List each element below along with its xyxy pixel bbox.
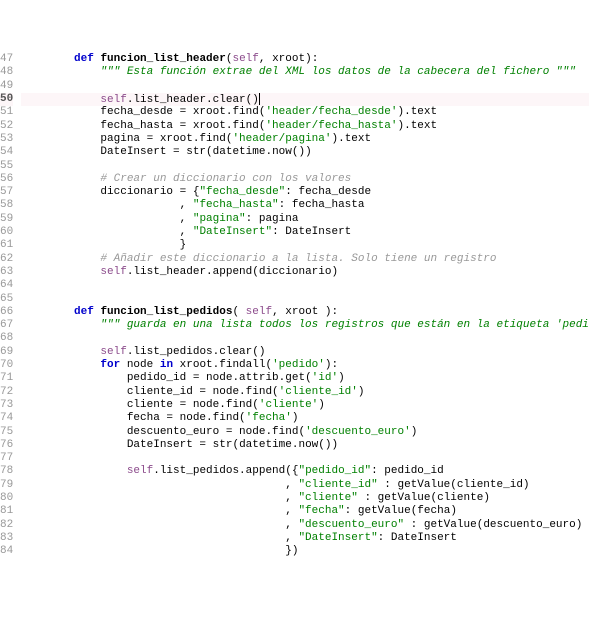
code-line[interactable]: }	[21, 239, 589, 252]
code-line[interactable]: self.list_header.append(diccionario)	[21, 266, 589, 279]
line-number: 60	[0, 226, 13, 239]
code-line[interactable]: # Crear un diccionario con los valores	[21, 173, 589, 186]
text-cursor	[259, 93, 260, 105]
code-line[interactable]: fecha_hasta = xroot.find('header/fecha_h…	[21, 120, 589, 133]
line-number: 56	[0, 173, 13, 186]
code-line[interactable]	[21, 293, 589, 306]
code-area[interactable]: def funcion_list_header(self, xroot): ""…	[21, 53, 589, 558]
line-number: 71	[0, 372, 13, 385]
line-number: 66	[0, 306, 13, 319]
line-number: 74	[0, 412, 13, 425]
code-line[interactable]: # Añadir este diccionario a la lista. So…	[21, 253, 589, 266]
line-number: 48	[0, 66, 13, 79]
line-number: 51	[0, 106, 13, 119]
line-number: 75	[0, 426, 13, 439]
line-number: 55	[0, 160, 13, 173]
line-number: 78	[0, 465, 13, 478]
line-number: 82	[0, 519, 13, 532]
line-number: 58	[0, 199, 13, 212]
line-number: 69	[0, 346, 13, 359]
code-line[interactable]: diccionario = {"fecha_desde": fecha_desd…	[21, 186, 589, 199]
code-line[interactable]: fecha = node.find('fecha')	[21, 412, 589, 425]
code-line[interactable]: cliente_id = node.find('cliente_id')	[21, 386, 589, 399]
code-line[interactable]	[21, 80, 589, 93]
code-line[interactable]: cliente = node.find('cliente')	[21, 399, 589, 412]
line-number: 65	[0, 293, 13, 306]
line-number: 54	[0, 146, 13, 159]
code-line[interactable]: , "descuento_euro" : getValue(descuento_…	[21, 519, 589, 532]
code-line[interactable]: , "fecha_hasta": fecha_hasta	[21, 199, 589, 212]
code-line[interactable]: descuento_euro = node.find('descuento_eu…	[21, 426, 589, 439]
line-number: 79	[0, 479, 13, 492]
code-line[interactable]: DateInsert = str(datetime.now())	[21, 439, 589, 452]
code-line[interactable]: , "cliente_id" : getValue(cliente_id)	[21, 479, 589, 492]
code-line[interactable]	[21, 279, 589, 292]
code-line[interactable]: def funcion_list_header(self, xroot):	[21, 53, 589, 66]
code-line[interactable]: self.list_pedidos.append({"pedido_id": p…	[21, 465, 589, 478]
line-number: 77	[0, 452, 13, 465]
code-line[interactable]	[21, 332, 589, 345]
code-line[interactable]: DateInsert = str(datetime.now())	[21, 146, 589, 159]
code-line[interactable]: , "cliente" : getValue(cliente)	[21, 492, 589, 505]
line-number: 68	[0, 332, 13, 345]
code-line[interactable]: """ guarda en una lista todos los regist…	[21, 319, 589, 332]
code-line[interactable]: , "pagina": pagina	[21, 213, 589, 226]
code-line[interactable]	[21, 452, 589, 465]
line-number: 61	[0, 239, 13, 252]
code-line[interactable]: """ Esta función extrae del XML los dato…	[21, 66, 589, 79]
line-number: 72	[0, 386, 13, 399]
line-number: 80	[0, 492, 13, 505]
code-line[interactable]: , "DateInsert": DateInsert	[21, 532, 589, 545]
line-number: 64	[0, 279, 13, 292]
line-number: 76	[0, 439, 13, 452]
line-number: 49	[0, 80, 13, 93]
line-number-gutter: 4748495051525354555657585960616263646566…	[0, 53, 21, 558]
code-line[interactable]: pagina = xroot.find('header/pagina').tex…	[21, 133, 589, 146]
code-editor[interactable]: 4748495051525354555657585960616263646566…	[0, 53, 589, 558]
code-line[interactable]: , "DateInsert": DateInsert	[21, 226, 589, 239]
line-number: 47	[0, 53, 13, 66]
line-number: 59	[0, 213, 13, 226]
line-number: 73	[0, 399, 13, 412]
line-number: 50	[0, 93, 13, 106]
line-number: 84	[0, 545, 13, 558]
code-line[interactable]: fecha_desde = xroot.find('header/fecha_d…	[21, 106, 589, 119]
code-line[interactable]: , "fecha": getValue(fecha)	[21, 505, 589, 518]
line-number: 81	[0, 505, 13, 518]
code-line[interactable]: self.list_pedidos.clear()	[21, 346, 589, 359]
line-number: 62	[0, 253, 13, 266]
code-line[interactable]: })	[21, 545, 589, 558]
code-line[interactable]: self.list_header.clear()	[21, 93, 589, 106]
line-number: 52	[0, 120, 13, 133]
code-line[interactable]: pedido_id = node.attrib.get('id')	[21, 372, 589, 385]
line-number: 67	[0, 319, 13, 332]
code-line[interactable]: for node in xroot.findall('pedido'):	[21, 359, 589, 372]
line-number: 70	[0, 359, 13, 372]
line-number: 63	[0, 266, 13, 279]
code-line[interactable]: def funcion_list_pedidos( self, xroot ):	[21, 306, 589, 319]
code-line[interactable]	[21, 160, 589, 173]
line-number: 83	[0, 532, 13, 545]
line-number: 57	[0, 186, 13, 199]
line-number: 53	[0, 133, 13, 146]
